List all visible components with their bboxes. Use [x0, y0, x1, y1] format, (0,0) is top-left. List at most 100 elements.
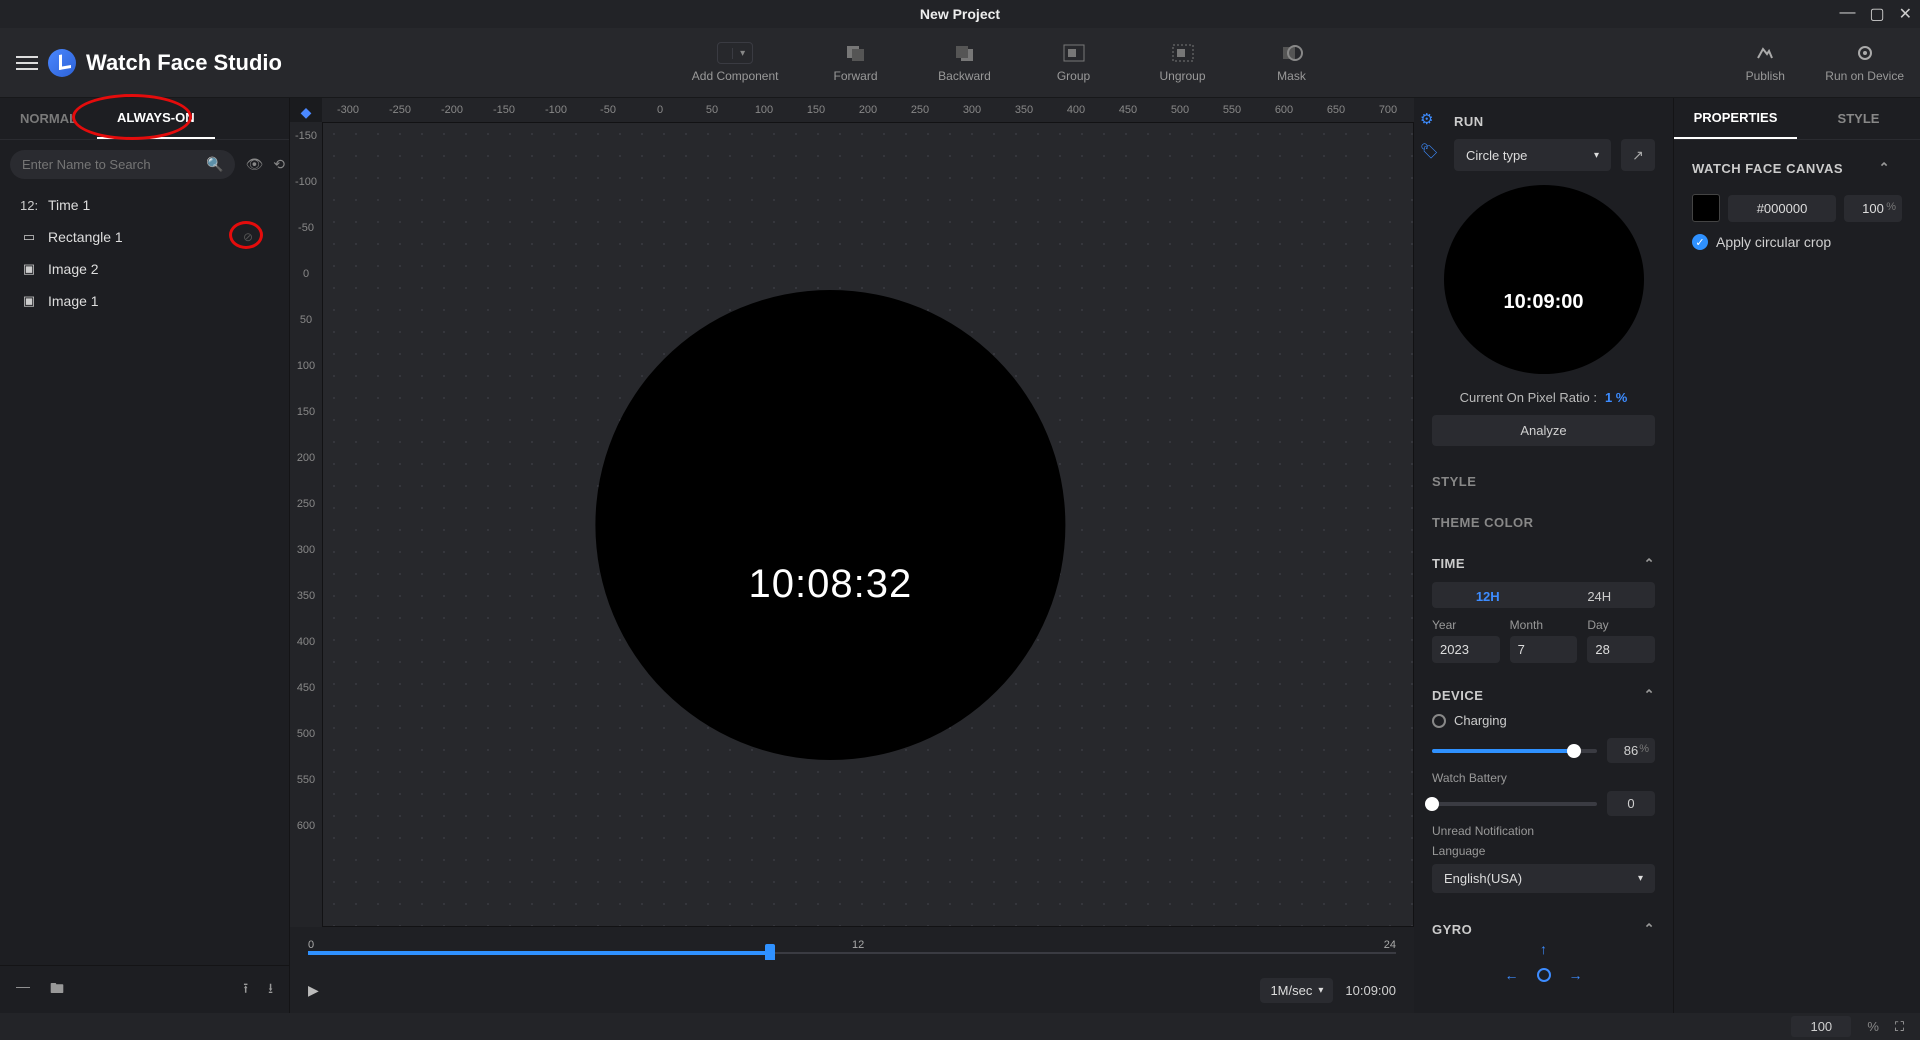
- collapse-icon[interactable]: ⌃: [1644, 556, 1655, 572]
- charging-radio[interactable]: Charging: [1414, 713, 1673, 738]
- day-field[interactable]: 28: [1587, 636, 1655, 663]
- tab-style[interactable]: STYLE: [1797, 98, 1920, 139]
- visibility-all-icon[interactable]: 👁: [245, 156, 263, 173]
- time-12h-option[interactable]: 12H: [1432, 582, 1544, 609]
- canvas-area: ◆ -300-250-200-150-100-50050100150200250…: [290, 98, 1414, 1013]
- arrow-right-icon[interactable]: →: [1569, 967, 1583, 983]
- gyro-control[interactable]: ↑ ← →: [1509, 947, 1579, 1003]
- horizontal-ruler: -300-250-200-150-100-5005010015020025030…: [322, 98, 1414, 122]
- clock-icon: 12:: [20, 198, 38, 213]
- maximize-icon[interactable]: ▢: [1869, 4, 1884, 24]
- check-icon: ✓: [1692, 234, 1708, 250]
- tab-always-on[interactable]: ALWAYS-ON: [97, 98, 215, 139]
- layer-time[interactable]: 12: Time 1: [6, 189, 283, 221]
- speed-select[interactable]: 1M/sec▾: [1260, 978, 1333, 1003]
- analyze-button[interactable]: Analyze: [1432, 415, 1655, 446]
- run-panel: ⚙ 🏷 RUN Circle type▾ ↗ 10:09:00 Current …: [1414, 98, 1674, 1013]
- notification-slider[interactable]: [1432, 802, 1597, 806]
- time-format-toggle[interactable]: 12H 24H: [1432, 582, 1655, 609]
- language-select[interactable]: English(USA)▾: [1432, 864, 1655, 893]
- arrow-left-icon[interactable]: ←: [1505, 967, 1519, 983]
- group-button[interactable]: Group: [1042, 42, 1106, 83]
- arrow-up-icon[interactable]: ↑: [1540, 941, 1547, 957]
- run-preview: 10:09:00: [1444, 185, 1644, 374]
- color-hex-field[interactable]: #000000: [1728, 195, 1836, 222]
- theme-heading: THEME COLOR: [1432, 515, 1534, 530]
- play-icon[interactable]: ▶: [308, 982, 319, 999]
- search-icon[interactable]: 🔍: [206, 156, 223, 173]
- properties-panel: PROPERTIES STYLE WATCH FACE CANVAS ⌃ #000…: [1674, 98, 1920, 1013]
- timeline-track[interactable]: 0 12 24: [308, 941, 1396, 953]
- hidden-indicator-icon[interactable]: ⊘: [243, 230, 253, 244]
- battery-label: Watch Battery: [1414, 771, 1673, 791]
- month-field[interactable]: 7: [1510, 636, 1578, 663]
- style-heading: STYLE: [1432, 474, 1476, 489]
- language-label: Language: [1414, 844, 1673, 864]
- minimize-icon[interactable]: —: [1839, 4, 1855, 24]
- zoom-field[interactable]: 100: [1791, 1016, 1851, 1037]
- tab-properties[interactable]: PROPERTIES: [1674, 98, 1797, 139]
- device-heading: DEVICE: [1432, 688, 1483, 703]
- circular-crop-checkbox[interactable]: ✓ Apply circular crop: [1686, 230, 1908, 254]
- forward-button[interactable]: Forward: [824, 42, 888, 83]
- upload-icon[interactable]: ⭱: [243, 978, 248, 1002]
- status-bar: 100 % ⛶: [0, 1013, 1920, 1040]
- app-logo-icon: [48, 49, 76, 77]
- battery-value[interactable]: 86%: [1607, 738, 1655, 763]
- timeline[interactable]: 0 12 24: [290, 927, 1414, 967]
- collapse-icon[interactable]: ⌃: [1644, 687, 1655, 703]
- add-component-button[interactable]: ▾ Add Component: [692, 42, 779, 83]
- battery-slider[interactable]: [1432, 749, 1597, 753]
- search-input[interactable]: 🔍: [10, 150, 235, 179]
- gyro-heading: GYRO: [1432, 922, 1472, 937]
- color-swatch[interactable]: [1692, 194, 1720, 222]
- window-title: New Project: [920, 6, 1000, 22]
- notification-value[interactable]: 0: [1607, 791, 1655, 816]
- layer-image-2[interactable]: ▣ Image 2: [6, 253, 283, 285]
- playback-time: 10:09:00: [1345, 983, 1396, 998]
- pixel-ratio-label: Current On Pixel Ratio :: [1460, 390, 1597, 405]
- ungroup-button[interactable]: Ungroup: [1151, 42, 1215, 83]
- rectangle-icon: ▭: [20, 229, 38, 245]
- vertical-ruler: -150-100-5005010015020025030035040045050…: [290, 122, 322, 927]
- backward-button[interactable]: Backward: [933, 42, 997, 83]
- watch-face-preview: 10:08:32: [595, 290, 1065, 760]
- time-heading: TIME: [1432, 556, 1465, 571]
- refresh-icon[interactable]: ⟲: [273, 156, 285, 173]
- layer-rectangle[interactable]: ▭ Rectangle 1 ⊘: [6, 221, 283, 253]
- main-toolbar: Watch Face Studio ▾ Add Component Forwar…: [0, 28, 1920, 98]
- remove-layer-icon[interactable]: —: [16, 978, 30, 1002]
- year-field[interactable]: 2023: [1432, 636, 1500, 663]
- image-icon: ▣: [20, 293, 38, 309]
- preview-time-text: 10:09:00: [1503, 291, 1583, 314]
- collapse-icon[interactable]: ⌃: [1879, 160, 1890, 176]
- canvas-heading: WATCH FACE CANVAS: [1692, 161, 1843, 176]
- download-icon[interactable]: ⭳: [268, 978, 273, 1002]
- titlebar: New Project — ▢ ✕: [0, 0, 1920, 28]
- publish-button[interactable]: Publish: [1733, 42, 1797, 83]
- opacity-field[interactable]: 100%: [1844, 195, 1902, 222]
- fit-screen-icon[interactable]: ⛶: [1895, 1019, 1904, 1035]
- layer-image-1[interactable]: ▣ Image 1: [6, 285, 283, 317]
- canvas[interactable]: 10:08:32: [322, 122, 1414, 927]
- search-field[interactable]: [22, 157, 198, 172]
- zoom-percent-label: %: [1867, 1019, 1879, 1034]
- time-24h-option[interactable]: 24H: [1544, 582, 1656, 609]
- sliders-icon[interactable]: ⚙: [1420, 110, 1442, 128]
- menu-icon[interactable]: [16, 56, 38, 70]
- run-on-device-button[interactable]: Run on Device: [1825, 42, 1904, 83]
- pixel-ratio-value: 1 %: [1605, 390, 1627, 405]
- app-name: Watch Face Studio: [86, 50, 282, 76]
- close-icon[interactable]: ✕: [1899, 4, 1912, 24]
- tab-normal[interactable]: NORMAL: [0, 98, 97, 139]
- gyro-center-icon[interactable]: [1537, 968, 1551, 982]
- shape-select[interactable]: Circle type▾: [1454, 139, 1611, 171]
- notification-label: Unread Notification: [1414, 824, 1673, 844]
- mask-button[interactable]: Mask: [1260, 42, 1324, 83]
- tag-icon[interactable]: 🏷: [1420, 142, 1442, 160]
- layers-tool-icon[interactable]: ◆: [301, 104, 312, 121]
- open-external-icon[interactable]: ↗: [1621, 139, 1655, 171]
- collapse-icon[interactable]: ⌃: [1644, 921, 1655, 937]
- timeline-playhead[interactable]: [765, 944, 775, 960]
- folder-icon[interactable]: 🖿: [50, 978, 64, 1002]
